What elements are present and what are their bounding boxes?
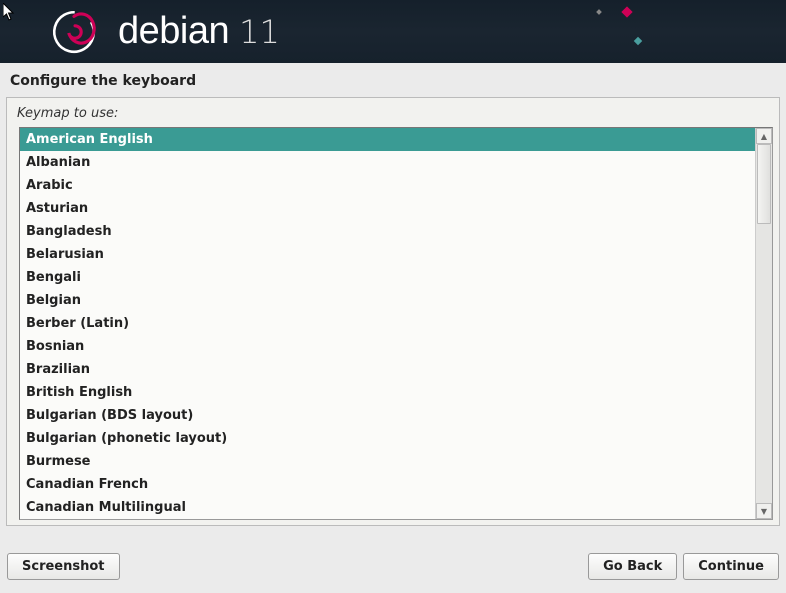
list-item[interactable]: Bulgarian (BDS layout) xyxy=(20,404,755,427)
list-item[interactable]: Asturian xyxy=(20,197,755,220)
brand-name: debian xyxy=(118,10,229,53)
list-item[interactable]: Canadian Multilingual xyxy=(20,496,755,519)
list-item[interactable]: Albanian xyxy=(20,151,755,174)
scrollbar[interactable]: ▲ ▼ xyxy=(755,128,772,519)
list-item[interactable]: Brazilian xyxy=(20,358,755,381)
scroll-down-button[interactable]: ▼ xyxy=(756,503,772,519)
list-item[interactable]: Belarusian xyxy=(20,243,755,266)
list-item[interactable]: Burmese xyxy=(20,450,755,473)
keymap-listbox-wrapper: American EnglishAlbanianArabicAsturianBa… xyxy=(19,127,773,520)
list-item[interactable]: British English xyxy=(20,381,755,404)
screenshot-button[interactable]: Screenshot xyxy=(7,553,120,580)
installer-header: debian 11 xyxy=(0,0,786,63)
scroll-thumb[interactable] xyxy=(757,144,771,224)
list-item[interactable]: Canadian French xyxy=(20,473,755,496)
debian-swirl-logo-icon xyxy=(48,6,100,58)
main-panel: Keymap to use: American EnglishAlbanianA… xyxy=(6,97,780,526)
footer-bar: Screenshot Go Back Continue xyxy=(0,553,786,580)
scroll-up-button[interactable]: ▲ xyxy=(756,128,772,144)
keymap-prompt-label: Keymap to use: xyxy=(7,98,779,127)
scroll-track[interactable] xyxy=(756,144,772,503)
list-item[interactable]: Bangladesh xyxy=(20,220,755,243)
continue-button[interactable]: Continue xyxy=(683,553,779,580)
decor-diamond-grey xyxy=(596,9,602,15)
list-item[interactable]: Belgian xyxy=(20,289,755,312)
list-item[interactable]: American English xyxy=(20,128,755,151)
list-item[interactable]: Bulgarian (phonetic layout) xyxy=(20,427,755,450)
go-back-button[interactable]: Go Back xyxy=(588,553,677,580)
list-item[interactable]: Bosnian xyxy=(20,335,755,358)
list-item[interactable]: Berber (Latin) xyxy=(20,312,755,335)
brand-version: 11 xyxy=(239,13,280,51)
page-title: Configure the keyboard xyxy=(0,63,786,97)
keymap-listbox[interactable]: American EnglishAlbanianArabicAsturianBa… xyxy=(20,128,755,519)
decor-diamond-pink xyxy=(621,6,632,17)
list-item[interactable]: Arabic xyxy=(20,174,755,197)
list-item[interactable]: Bengali xyxy=(20,266,755,289)
decor-diamond-teal xyxy=(634,37,642,45)
